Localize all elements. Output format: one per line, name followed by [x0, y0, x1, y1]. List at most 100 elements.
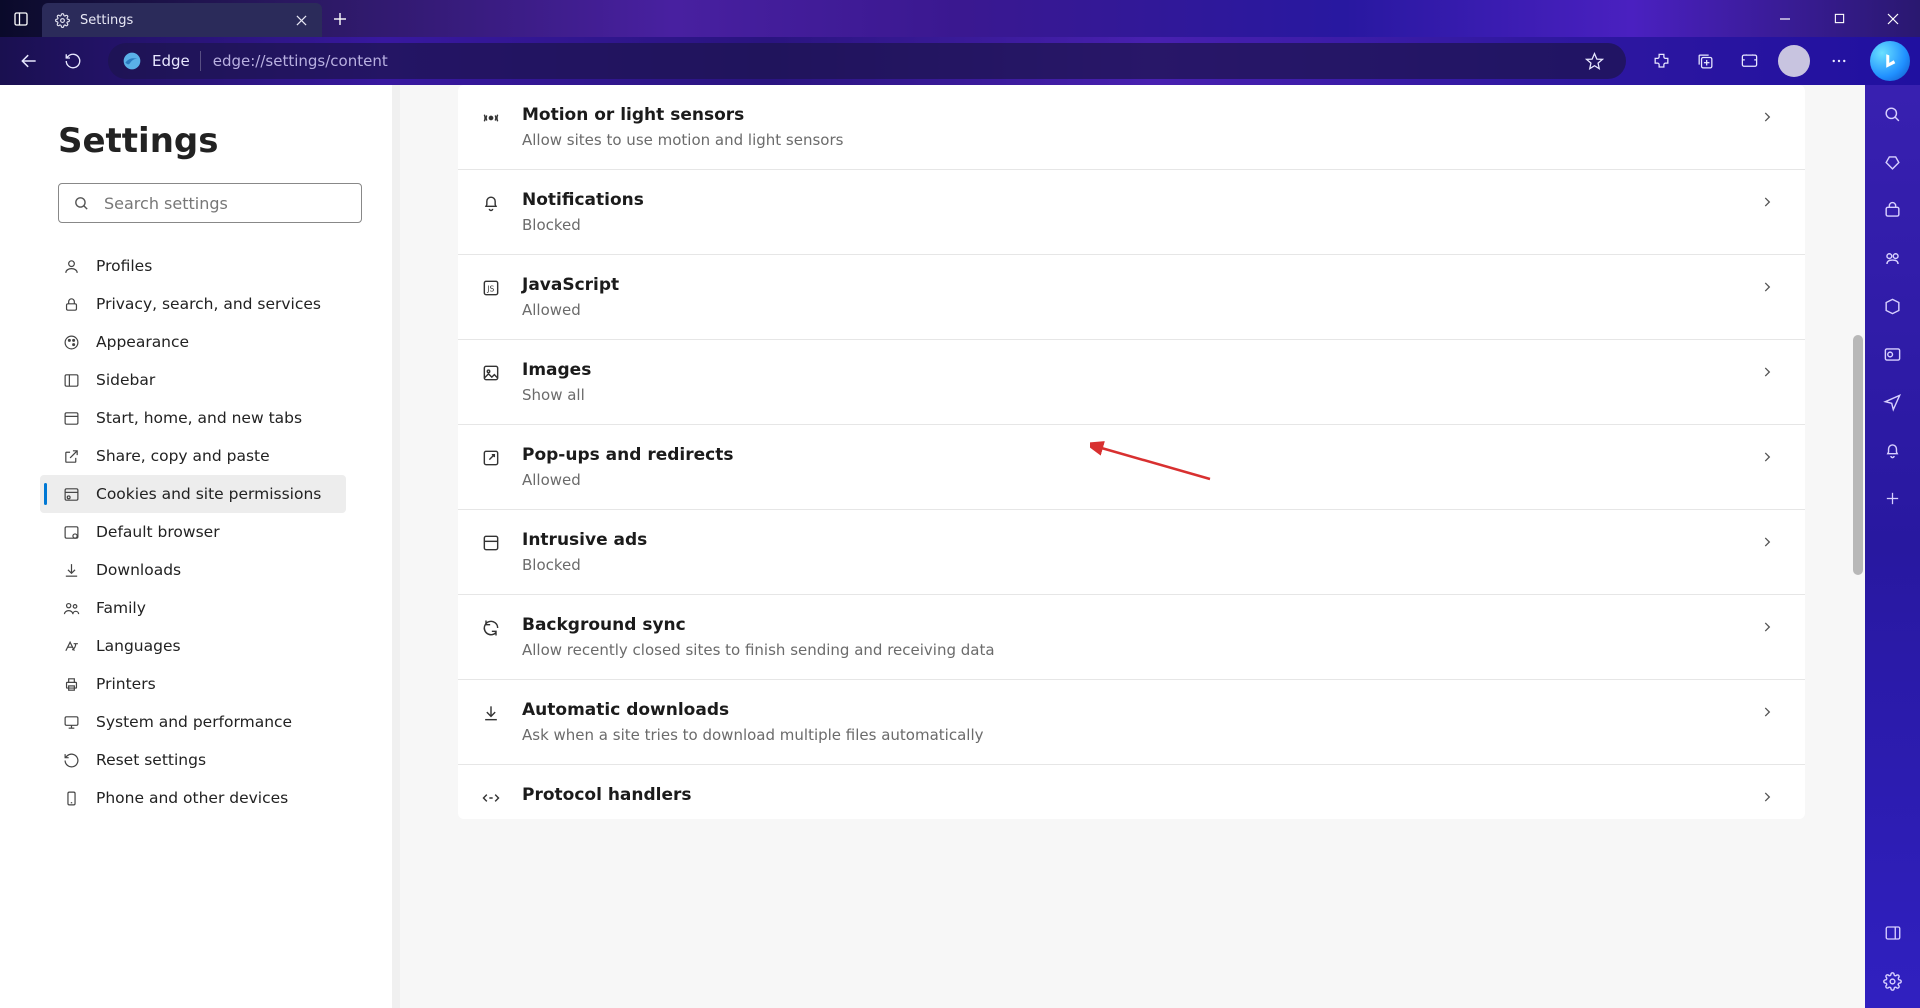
titlebar: Settings [0, 0, 1920, 37]
bing-button[interactable] [1870, 41, 1910, 81]
sidebar-item-phone[interactable]: Phone and other devices [40, 779, 346, 817]
main-panel: Motion or light sensors Allow sites to u… [400, 85, 1865, 1008]
window-controls [1758, 0, 1920, 37]
bell-icon [480, 192, 502, 214]
page-title: Settings [58, 121, 380, 161]
chevron-right-icon [1757, 277, 1777, 297]
browser-tab[interactable]: Settings [42, 3, 322, 37]
games-icon[interactable] [1882, 247, 1904, 269]
url-text: edge://settings/content [213, 52, 388, 70]
permission-subtitle: Allow recently closed sites to finish se… [522, 641, 1757, 659]
chevron-right-icon [1757, 447, 1777, 467]
sidebar-item-label: Printers [96, 675, 156, 693]
permission-row-protocol-handlers[interactable]: Protocol handlers [458, 765, 1805, 819]
maximize-button[interactable] [1812, 0, 1866, 37]
chevron-right-icon [1757, 702, 1777, 722]
sidebar-item-label: Downloads [96, 561, 181, 579]
search-settings-box[interactable] [58, 183, 362, 223]
permission-row-javascript[interactable]: JS JavaScript Allowed [458, 255, 1805, 340]
permission-title: Background sync [522, 615, 1757, 635]
sidebar-item-default-browser[interactable]: Default browser [40, 513, 346, 551]
permission-title: Notifications [522, 190, 1757, 210]
outlook-icon[interactable] [1882, 343, 1904, 365]
sidebar-scrollbar[interactable] [393, 165, 399, 285]
sidebar-item-cookies[interactable]: Cookies and site permissions [40, 475, 346, 513]
sidebar-item-label: Profiles [96, 257, 152, 275]
sidebar-item-label: Phone and other devices [96, 789, 288, 807]
permission-subtitle: Show all [522, 386, 1757, 404]
sidebar-item-share[interactable]: Share, copy and paste [40, 437, 346, 475]
office-icon[interactable] [1882, 295, 1904, 317]
permission-title: Images [522, 360, 1757, 380]
profile-avatar[interactable] [1778, 45, 1810, 77]
permission-subtitle: Allowed [522, 301, 1757, 319]
settings-sidebar: Settings Profiles Privacy, search, and s… [0, 85, 400, 1008]
permission-row-notifications[interactable]: Notifications Blocked [458, 170, 1805, 255]
permission-title: JavaScript [522, 275, 1757, 295]
gear-icon [54, 12, 70, 28]
permission-title: Protocol handlers [522, 785, 1757, 805]
sidebar-settings-icon[interactable] [1882, 970, 1904, 992]
brush-icon [62, 333, 80, 351]
sidebar-item-appearance[interactable]: Appearance [40, 323, 346, 361]
favorite-button[interactable] [1576, 43, 1612, 79]
drop-icon[interactable] [1882, 391, 1904, 413]
address-bar[interactable]: Edge edge://settings/content [108, 43, 1626, 79]
collections-button[interactable] [1686, 42, 1724, 80]
people-icon [62, 599, 80, 617]
ads-icon [480, 532, 502, 554]
permission-subtitle: Allow sites to use motion and light sens… [522, 131, 1757, 149]
sidebar-item-label: Languages [96, 637, 181, 655]
permission-row-popups[interactable]: Pop-ups and redirects Allowed [458, 425, 1805, 510]
hide-sidebar-icon[interactable] [1882, 922, 1904, 944]
tab-actions-button[interactable] [0, 0, 42, 37]
permission-row-automatic-downloads[interactable]: Automatic downloads Ask when a site trie… [458, 680, 1805, 765]
sidebar-item-reset[interactable]: Reset settings [40, 741, 346, 779]
search-icon[interactable] [1882, 103, 1904, 125]
sidebar-item-family[interactable]: Family [40, 589, 346, 627]
bell-icon[interactable] [1882, 439, 1904, 461]
sidebar-item-printers[interactable]: Printers [40, 665, 346, 703]
sidebar-item-label: Sidebar [96, 371, 155, 389]
main-scrollbar[interactable] [1853, 335, 1863, 575]
chevron-right-icon [1757, 362, 1777, 382]
js-icon: JS [480, 277, 502, 299]
close-window-button[interactable] [1866, 0, 1920, 37]
close-tab-button[interactable] [292, 11, 310, 29]
printer-icon [62, 675, 80, 693]
permission-row-intrusive-ads[interactable]: Intrusive ads Blocked [458, 510, 1805, 595]
plus-icon[interactable] [1882, 487, 1904, 509]
minimize-button[interactable] [1758, 0, 1812, 37]
sidebar-item-system[interactable]: System and performance [40, 703, 346, 741]
sidebar-item-start[interactable]: Start, home, and new tabs [40, 399, 346, 437]
screenshot-button[interactable] [1730, 42, 1768, 80]
refresh-button[interactable] [54, 42, 92, 80]
permission-title: Motion or light sensors [522, 105, 1757, 125]
site-identity[interactable]: Edge [122, 51, 201, 71]
permission-subtitle: Allowed [522, 471, 1757, 489]
permission-row-images[interactable]: Images Show all [458, 340, 1805, 425]
permission-row-background-sync[interactable]: Background sync Allow recently closed si… [458, 595, 1805, 680]
sidebar-item-label: Family [96, 599, 146, 617]
sidebar-item-languages[interactable]: Languages [40, 627, 346, 665]
search-input[interactable] [104, 194, 347, 213]
permission-row-motion-sensors[interactable]: Motion or light sensors Allow sites to u… [458, 85, 1805, 170]
share-icon [62, 447, 80, 465]
shopping-icon[interactable] [1882, 151, 1904, 173]
back-button[interactable] [10, 42, 48, 80]
chevron-right-icon [1757, 107, 1777, 127]
extensions-button[interactable] [1642, 42, 1680, 80]
download-icon [62, 561, 80, 579]
sidebar-item-profiles[interactable]: Profiles [40, 247, 346, 285]
person-icon [62, 257, 80, 275]
menu-button[interactable] [1820, 42, 1858, 80]
new-tab-button[interactable] [322, 0, 358, 37]
permission-subtitle: Blocked [522, 556, 1757, 574]
sidebar-item-downloads[interactable]: Downloads [40, 551, 346, 589]
sidebar-item-label: Share, copy and paste [96, 447, 270, 465]
page-content: Settings Profiles Privacy, search, and s… [0, 85, 1865, 1008]
chevron-right-icon [1757, 532, 1777, 552]
sidebar-item-privacy[interactable]: Privacy, search, and services [40, 285, 346, 323]
tools-icon[interactable] [1882, 199, 1904, 221]
sidebar-item-sidebar[interactable]: Sidebar [40, 361, 346, 399]
